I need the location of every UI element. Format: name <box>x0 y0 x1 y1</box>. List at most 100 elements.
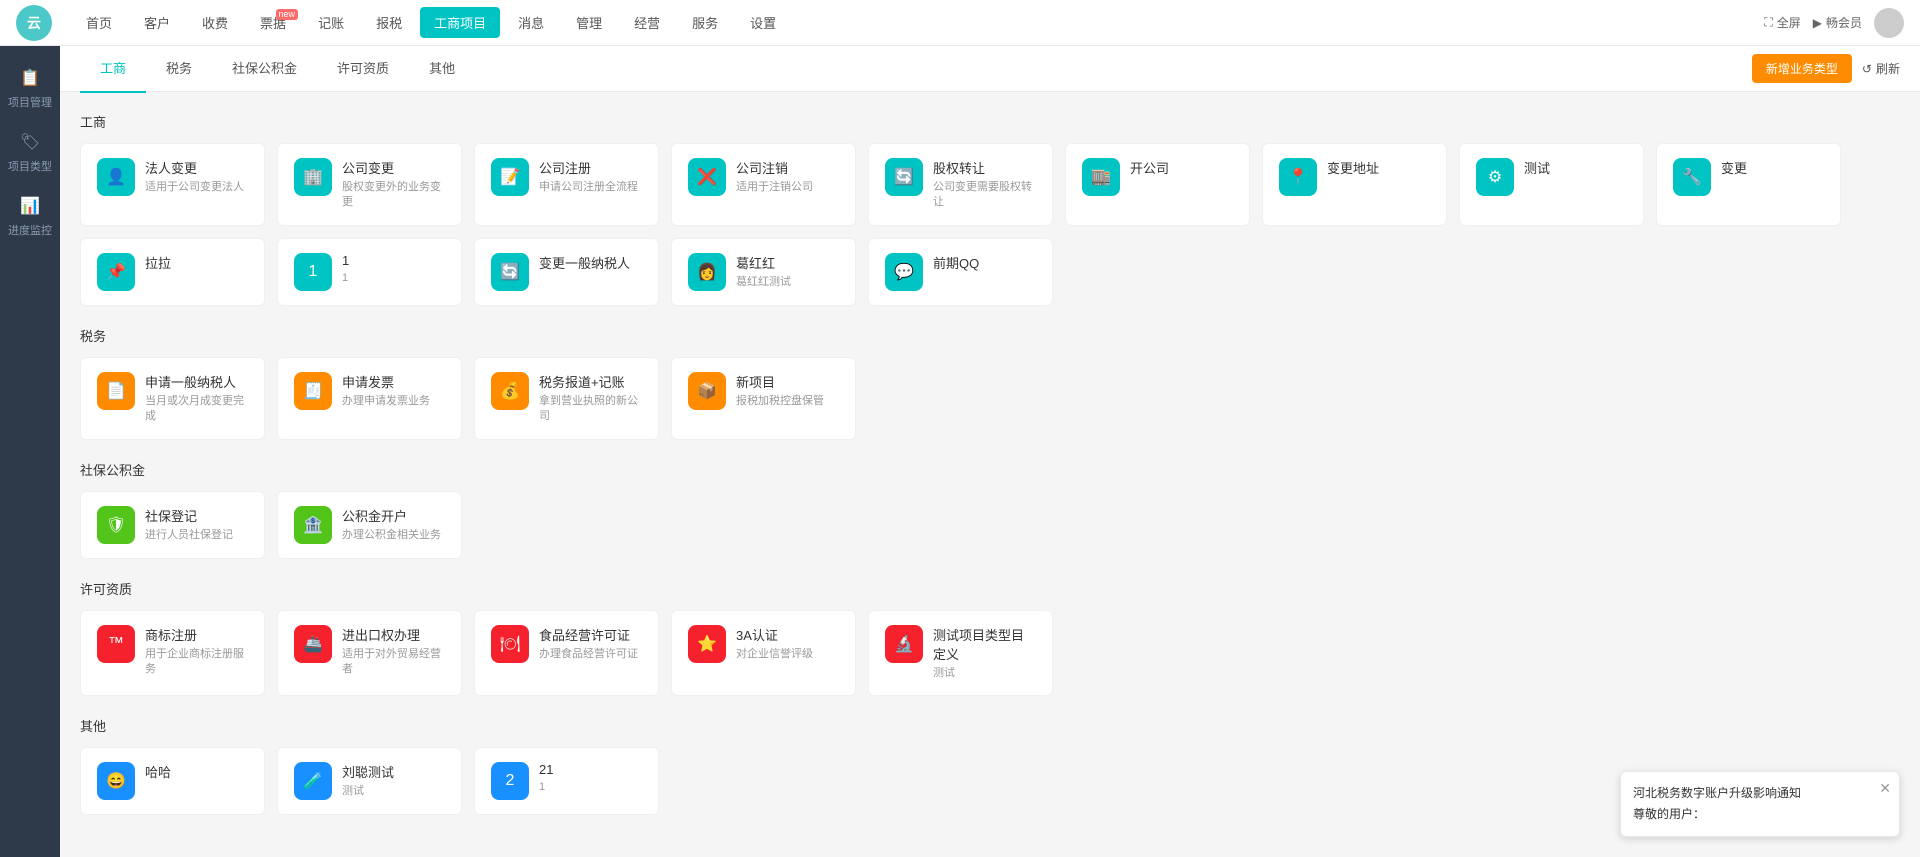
nav-item-记账[interactable]: 记账 <box>304 7 358 38</box>
card-0-11[interactable]: 🔄变更一般纳税人 <box>474 238 659 306</box>
card-0-3[interactable]: ❌公司注销适用于注销公司 <box>671 143 856 226</box>
nav-item-客户[interactable]: 客户 <box>130 7 184 38</box>
card-3-4[interactable]: 🔬测试项目类型目定义测试 <box>868 610 1053 696</box>
cards-grid-3: ™ 商标注册用于企业商标注册服务 🚢进出口权办理适用于对外贸易经营者🍽食品经营许可证… <box>80 610 1900 696</box>
card-3-1[interactable]: 🚢进出口权办理适用于对外贸易经营者 <box>277 610 462 696</box>
card-info-1-2: 税务报道+记账拿到营业执照的新公司 <box>539 372 642 425</box>
fullscreen-button[interactable]: ⛶ 全屏 <box>1764 14 1800 31</box>
nav-items: 首页客户收费票据new记账报税工商项目消息管理经营服务设置 <box>72 7 1764 38</box>
sub-tab-1[interactable]: 税务 <box>146 44 212 93</box>
sub-tab-2[interactable]: 社保公积金 <box>212 44 317 93</box>
card-4-0[interactable]: 😄哈哈 <box>80 747 265 815</box>
card-name-0-6: 变更地址 <box>1327 158 1430 177</box>
nav-item-服务[interactable]: 服务 <box>678 7 732 38</box>
nav-item-管理[interactable]: 管理 <box>562 7 616 38</box>
card-0-0[interactable]: 👤法人变更适用于公司变更法人 <box>80 143 265 226</box>
card-name-3-4: 测试项目类型目定义 <box>933 625 1036 663</box>
card-info-3-0: 商标注册用于企业商标注册服务 <box>145 625 248 678</box>
card-3-2[interactable]: 🍽食品经营许可证办理食品经营许可证 <box>474 610 659 696</box>
card-1-1[interactable]: 🧾申请发票办理申请发票业务 <box>277 357 462 440</box>
card-info-0-1: 公司变更股权变更外的业务变更 <box>342 158 445 211</box>
content-area: 工商👤法人变更适用于公司变更法人🏢公司变更股权变更外的业务变更📝公司注册申请公司… <box>60 92 1920 855</box>
card-desc-0-4: 公司变更需要股权转让 <box>933 180 1036 211</box>
card-2-0[interactable]: 🛡社保登记进行人员社保登记 <box>80 491 265 559</box>
card-name-3-3: 3A认证 <box>736 625 839 644</box>
card-desc-1-1: 办理申请发票业务 <box>342 394 445 409</box>
card-2-1[interactable]: 🏦公积金开户办理公积金相关业务 <box>277 491 462 559</box>
sub-tab-0[interactable]: 工商 <box>80 44 146 93</box>
notification-text: 尊敬的用户： <box>1633 805 1887 824</box>
card-name-4-0: 哈哈 <box>145 762 248 781</box>
card-0-2[interactable]: 📝公司注册申请公司注册全流程 <box>474 143 659 226</box>
card-1-0[interactable]: 📄申请一般纳税人当月或次月成变更完成 <box>80 357 265 440</box>
card-desc-3-3: 对企业信誉评级 <box>736 647 839 662</box>
card-name-0-11: 变更一般纳税人 <box>539 253 642 272</box>
card-name-0-3: 公司注销 <box>736 158 839 177</box>
card-icon-0-4: 🔄 <box>885 158 923 196</box>
refresh-button[interactable]: ↺ 刷新 <box>1862 60 1900 77</box>
card-icon-0-1: 🏢 <box>294 158 332 196</box>
card-name-0-12: 葛红红 <box>736 253 839 272</box>
card-0-1[interactable]: 🏢 公司变更股权变更外的业务变更 <box>277 143 462 226</box>
nav-item-报税[interactable]: 报税 <box>362 7 416 38</box>
card-0-8[interactable]: 🔧变更 <box>1656 143 1841 226</box>
card-desc-1-2: 拿到营业执照的新公司 <box>539 394 642 425</box>
card-0-12[interactable]: 👩葛红红葛红红测试 <box>671 238 856 306</box>
card-name-4-1: 刘聪测试 <box>342 762 445 781</box>
add-business-type-button[interactable]: 新增业务类型 <box>1752 54 1852 83</box>
card-icon-0-5: 🏬 <box>1082 158 1120 196</box>
card-icon-0-10: 1 <box>294 253 332 291</box>
user-avatar[interactable] <box>1874 8 1904 38</box>
notification-popup: ✕ 河北税务数字账户升级影响通知 尊敬的用户： <box>1620 771 1900 837</box>
card-name-0-10: 1 <box>342 253 445 268</box>
card-4-2[interactable]: 2211 <box>474 747 659 815</box>
nav-item-设置[interactable]: 设置 <box>736 7 790 38</box>
sub-tab-4[interactable]: 其他 <box>409 44 475 93</box>
member-button[interactable]: ▶ 畅会员 <box>1813 14 1862 31</box>
card-info-1-3: 新项目报税加税控盘保管 <box>736 372 839 409</box>
notification-close-button[interactable]: ✕ <box>1879 780 1891 797</box>
nav-badge-new: new <box>276 9 299 20</box>
card-name-2-0: 社保登记 <box>145 506 248 525</box>
card-desc-0-1: 股权变更外的业务变更 <box>342 180 445 211</box>
card-4-1[interactable]: 🧪刘聪测试测试 <box>277 747 462 815</box>
card-icon-3-2: 🍽 <box>491 625 529 663</box>
nav-item-工商项目[interactable]: 工商项目 <box>420 7 500 38</box>
card-icon-1-3: 📦 <box>688 372 726 410</box>
card-1-2[interactable]: 💰税务报道+记账拿到营业执照的新公司 <box>474 357 659 440</box>
card-desc-4-2: 1 <box>539 780 642 795</box>
nav-item-首页[interactable]: 首页 <box>72 7 126 38</box>
cards-grid-1: 📄申请一般纳税人当月或次月成变更完成🧾申请发票办理申请发票业务💰税务报道+记账拿… <box>80 357 1900 440</box>
nav-item-消息[interactable]: 消息 <box>504 7 558 38</box>
card-info-0-11: 变更一般纳税人 <box>539 253 642 275</box>
card-icon-3-4: 🔬 <box>885 625 923 663</box>
nav-item-票据[interactable]: 票据new <box>246 7 300 38</box>
sidebar-item-1[interactable]: 🏷项目类型 <box>0 120 60 184</box>
nav-item-收费[interactable]: 收费 <box>188 7 242 38</box>
card-0-4[interactable]: 🔄股权转让公司变更需要股权转让 <box>868 143 1053 226</box>
card-icon-2-1: 🏦 <box>294 506 332 544</box>
card-name-2-1: 公积金开户 <box>342 506 445 525</box>
sub-tabs-bar: 工商税务社保公积金许可资质其他 新增业务类型 ↺ 刷新 <box>60 46 1920 92</box>
card-desc-3-2: 办理食品经营许可证 <box>539 647 642 662</box>
card-0-5[interactable]: 🏬 开公司 <box>1065 143 1250 226</box>
card-3-3[interactable]: ⭐3A认证对企业信誉评级 <box>671 610 856 696</box>
card-0-9[interactable]: 📌拉拉 <box>80 238 265 306</box>
card-0-13[interactable]: 💬前期QQ <box>868 238 1053 306</box>
card-info-0-8: 变更 <box>1721 158 1824 180</box>
card-name-0-5: 开公司 <box>1130 158 1233 177</box>
card-3-0[interactable]: ™ 商标注册用于企业商标注册服务 <box>80 610 265 696</box>
sidebar-item-2[interactable]: 📊进度监控 <box>0 184 60 248</box>
card-0-10[interactable]: 111 <box>277 238 462 306</box>
card-0-6[interactable]: 📍变更地址 <box>1262 143 1447 226</box>
nav-item-经营[interactable]: 经营 <box>620 7 674 38</box>
card-name-4-2: 21 <box>539 762 642 777</box>
card-1-3[interactable]: 📦 新项目报税加税控盘保管 <box>671 357 856 440</box>
card-icon-0-2: 📝 <box>491 158 529 196</box>
card-desc-0-3: 适用于注销公司 <box>736 180 839 195</box>
card-0-7[interactable]: ⚙测试 <box>1459 143 1644 226</box>
sidebar-item-0[interactable]: 📋项目管理 <box>0 56 60 120</box>
card-icon-3-0: ™ <box>97 625 135 663</box>
sub-tab-3[interactable]: 许可资质 <box>317 44 409 93</box>
card-name-1-2: 税务报道+记账 <box>539 372 642 391</box>
